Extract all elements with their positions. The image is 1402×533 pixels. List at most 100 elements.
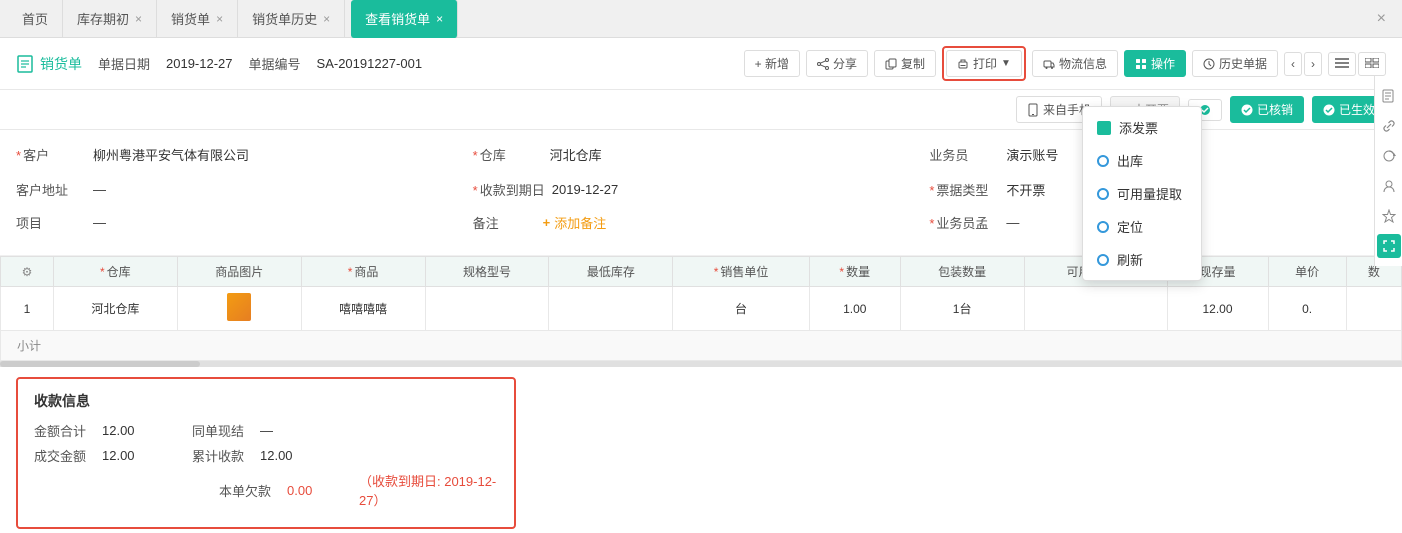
effective-check-icon xyxy=(1323,104,1335,116)
col-min-stock: 最低库存 xyxy=(549,257,673,287)
share-icon xyxy=(817,58,829,70)
payment-due-field: 收款到期日 2019-12-27 xyxy=(473,179,930,200)
grid-view-button[interactable] xyxy=(1358,52,1386,76)
tab-sales-order[interactable]: 销货单 × xyxy=(157,0,238,38)
sold-check-icon xyxy=(1241,104,1253,116)
side-rotate-icon[interactable] xyxy=(1377,144,1401,168)
grid-view-icon xyxy=(1365,58,1379,68)
cell-qty: 1.00 xyxy=(809,287,900,331)
print-button-wrapper: 打印 ▼ xyxy=(942,46,1026,81)
operations-button[interactable]: 操作 xyxy=(1124,50,1186,77)
print-button[interactable]: 打印 ▼ xyxy=(946,50,1022,77)
warehouse-field: 仓库 河北仓库 xyxy=(473,142,930,167)
next-button[interactable]: › xyxy=(1304,52,1322,76)
toolbar-right: + 新增 分享 复制 打印 ▼ xyxy=(744,46,1386,81)
tab-close-inventory[interactable]: × xyxy=(135,12,142,26)
project-field: 项目 — xyxy=(16,212,473,233)
cell-min-stock xyxy=(549,287,673,331)
h-scrollbar-thumb[interactable] xyxy=(0,361,200,367)
col-warehouse: 仓库 xyxy=(53,257,177,287)
payment-row-3: 本单欠款 0.00 （收款到期日: 2019-12-27） xyxy=(34,471,498,509)
add-note-button[interactable]: 添加备注 xyxy=(543,213,607,232)
operations-icon xyxy=(1135,58,1147,70)
doc-meta: 单据日期 2019-12-27 单据编号 SA-20191227-001 xyxy=(98,54,422,73)
main-content: 销货单 单据日期 2019-12-27 单据编号 SA-20191227-001… xyxy=(0,38,1402,533)
tab-sales-history[interactable]: 销货单历史 × xyxy=(238,0,345,38)
available-qty-icon xyxy=(1097,188,1109,200)
sales-order-icon xyxy=(16,55,34,73)
cell-warehouse: 河北仓库 xyxy=(53,287,177,331)
cell-no: 1 xyxy=(1,287,54,331)
side-star-icon[interactable] xyxy=(1377,204,1401,228)
tab-home[interactable]: 首页 xyxy=(8,0,63,38)
cell-price: 0. xyxy=(1268,287,1346,331)
side-user-icon[interactable] xyxy=(1377,174,1401,198)
cell-sales-unit: 台 xyxy=(673,287,810,331)
col-spec: 规格型号 xyxy=(425,257,549,287)
cell-image xyxy=(177,287,301,331)
history-button[interactable]: 历史单据 xyxy=(1192,50,1278,77)
col-qty: 数量 xyxy=(809,257,900,287)
dropdown-locate[interactable]: 定位 xyxy=(1083,210,1201,243)
prev-button[interactable]: ‹ xyxy=(1284,52,1302,76)
tabs-bar: 首页 库存期初 × 销货单 × 销货单历史 × 查看销货单 × × xyxy=(0,0,1402,38)
sold-button[interactable]: 已核销 xyxy=(1230,96,1304,123)
payment-section: 收款信息 金额合计 12.00 同单现结 — 成交金额 12.00 累计收款 xyxy=(16,377,516,529)
side-expand-icon[interactable] xyxy=(1377,234,1401,258)
operations-dropdown: 添发票 出库 可用量提取 定位 刷新 xyxy=(1082,106,1202,281)
nav-arrows: ‹ › xyxy=(1284,52,1322,76)
tab-check-sales[interactable]: 查看销货单 × xyxy=(351,0,458,38)
cell-stock: 12.00 xyxy=(1167,287,1268,331)
dropdown-refresh[interactable]: 刷新 xyxy=(1083,243,1201,276)
view-toggle xyxy=(1328,52,1386,76)
settings-icon[interactable]: ⚙ xyxy=(22,265,33,279)
same-order-field: 同单现结 — xyxy=(192,421,320,440)
col-image: 商品图片 xyxy=(177,257,301,287)
doc-header: 销货单 单据日期 2019-12-27 单据编号 SA-20191227-001… xyxy=(0,38,1402,90)
side-link-icon[interactable] xyxy=(1377,114,1401,138)
col-sales-unit: 销售单位 xyxy=(673,257,810,287)
logistics-icon xyxy=(1043,58,1055,70)
payment-title: 收款信息 xyxy=(34,391,498,411)
transaction-amount-field: 成交金额 12.00 xyxy=(34,446,162,465)
cell-extra xyxy=(1346,287,1401,331)
col-price: 单价 xyxy=(1268,257,1346,287)
product-thumbnail xyxy=(227,293,251,321)
logistics-button[interactable]: 物流信息 xyxy=(1032,50,1118,77)
copy-button[interactable]: 复制 xyxy=(874,50,936,77)
col-product: 商品 xyxy=(301,257,425,287)
h-scrollbar[interactable] xyxy=(0,361,1402,367)
dropdown-available-qty[interactable]: 可用量提取 xyxy=(1083,177,1201,210)
list-view-button[interactable] xyxy=(1328,52,1356,76)
side-edit-icon[interactable] xyxy=(1377,84,1401,108)
tab-close-check[interactable]: × xyxy=(436,12,443,26)
cell-product: 嘻嘻嘻嘻 xyxy=(301,287,425,331)
app-container: 首页 库存期初 × 销货单 × 销货单历史 × 查看销货单 × × xyxy=(0,0,1402,533)
table-row: 1 河北仓库 嘻嘻嘻嘻 台 1.00 1台 12.00 0. xyxy=(1,287,1402,331)
amount-total-field: 金额合计 12.00 xyxy=(34,421,162,440)
copy-icon xyxy=(885,58,897,70)
payment-row-2: 成交金额 12.00 累计收款 12.00 xyxy=(34,446,498,465)
add-invoice-icon xyxy=(1097,121,1111,135)
payment-row-1: 金额合计 12.00 同单现结 — xyxy=(34,421,498,440)
cell-available xyxy=(1024,287,1167,331)
new-button[interactable]: + 新增 xyxy=(744,50,800,77)
doc-type-label: 销货单 xyxy=(16,54,82,74)
outbound-icon xyxy=(1097,155,1109,167)
cumulative-payment-field: 累计收款 12.00 xyxy=(192,446,320,465)
dropdown-outbound[interactable]: 出库 xyxy=(1083,144,1201,177)
cell-spec xyxy=(425,287,549,331)
dropdown-add-invoice[interactable]: 添发票 xyxy=(1083,111,1201,144)
share-button[interactable]: 分享 xyxy=(806,50,868,77)
note-field: 备注 添加备注 xyxy=(473,213,930,232)
list-view-icon xyxy=(1335,58,1349,68)
side-panel xyxy=(1374,76,1402,266)
phone-icon xyxy=(1027,103,1039,117)
address-field: 客户地址 — xyxy=(16,179,473,200)
tab-close-history[interactable]: × xyxy=(323,12,330,26)
tab-close-sales[interactable]: × xyxy=(216,12,223,26)
tab-inventory-init[interactable]: 库存期初 × xyxy=(63,0,157,38)
subtotal-row: 小计 xyxy=(1,331,1402,361)
window-close-button[interactable]: × xyxy=(1369,10,1394,28)
history-icon xyxy=(1203,58,1215,70)
